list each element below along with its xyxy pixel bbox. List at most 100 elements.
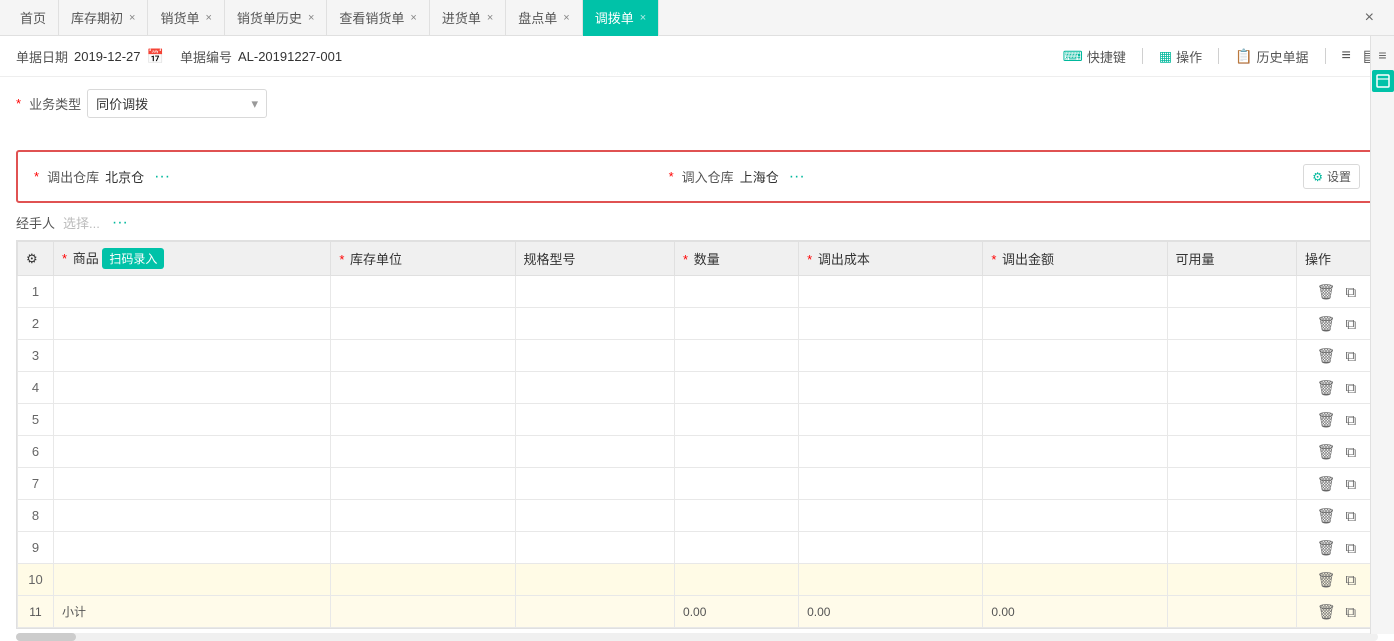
unit-cell-4[interactable]: [331, 372, 515, 404]
copy-icon-3[interactable]: ⧉: [1345, 348, 1356, 365]
subtotal-delete-icon[interactable]: 🗑: [1317, 604, 1336, 621]
spec-cell-5[interactable]: [515, 404, 675, 436]
amount-cell-7[interactable]: [983, 468, 1167, 500]
amount-cell-4[interactable]: [983, 372, 1167, 404]
spec-cell-9[interactable]: [515, 532, 675, 564]
unit-cell-10[interactable]: [331, 564, 515, 596]
copy-icon-9[interactable]: ⧉: [1345, 540, 1356, 557]
tab-sales-order[interactable]: 销货单 ×: [148, 0, 224, 36]
tab-inventory-check[interactable]: 盘点单 ×: [506, 0, 582, 36]
amount-cell-1[interactable]: [983, 276, 1167, 308]
available-cell-3[interactable]: [1167, 340, 1297, 372]
available-cell-1[interactable]: [1167, 276, 1297, 308]
in-warehouse-ellipsis[interactable]: ···: [789, 168, 805, 186]
delete-icon-9[interactable]: 🗑: [1317, 540, 1336, 557]
sidebar-list-icon[interactable]: ≡: [1372, 44, 1394, 66]
product-cell-3[interactable]: [54, 340, 331, 372]
product-cell-4[interactable]: [54, 372, 331, 404]
unit-cell-1[interactable]: [331, 276, 515, 308]
cost-cell-6[interactable]: [799, 436, 983, 468]
tab-transfer[interactable]: 调拨单 ×: [583, 0, 659, 36]
product-cell-8[interactable]: [54, 500, 331, 532]
handler-placeholder[interactable]: 选择...: [63, 213, 100, 232]
tab-purchase[interactable]: 进货单 ×: [430, 0, 506, 36]
unit-cell-7[interactable]: [331, 468, 515, 500]
delete-icon-5[interactable]: 🗑: [1317, 412, 1336, 429]
amount-cell-5[interactable]: [983, 404, 1167, 436]
product-cell-7[interactable]: [54, 468, 331, 500]
out-warehouse-ellipsis[interactable]: ···: [154, 168, 170, 186]
qty-cell-2[interactable]: [675, 308, 799, 340]
settings-button[interactable]: ⚙ 设置: [1303, 164, 1360, 189]
amount-cell-2[interactable]: [983, 308, 1167, 340]
delete-icon-8[interactable]: 🗑: [1317, 508, 1336, 525]
sidebar-expand-icon[interactable]: [1372, 70, 1394, 92]
amount-cell-6[interactable]: [983, 436, 1167, 468]
delete-icon-3[interactable]: 🗑: [1317, 348, 1336, 365]
unit-cell-5[interactable]: [331, 404, 515, 436]
delete-icon-2[interactable]: 🗑: [1317, 316, 1336, 333]
cost-cell-7[interactable]: [799, 468, 983, 500]
delete-icon-4[interactable]: 🗑: [1317, 380, 1336, 397]
qty-cell-7[interactable]: [675, 468, 799, 500]
product-cell-9[interactable]: [54, 532, 331, 564]
handler-ellipsis[interactable]: ···: [112, 214, 128, 232]
cost-cell-1[interactable]: [799, 276, 983, 308]
qty-cell-10[interactable]: [675, 564, 799, 596]
cost-cell-4[interactable]: [799, 372, 983, 404]
available-cell-9[interactable]: [1167, 532, 1297, 564]
tab-sales-history[interactable]: 销货单历史 ×: [225, 0, 327, 36]
calendar-icon[interactable]: 📅: [147, 48, 164, 65]
amount-cell-3[interactable]: [983, 340, 1167, 372]
business-type-input[interactable]: 同价调拨 ▾: [87, 89, 267, 118]
spec-cell-8[interactable]: [515, 500, 675, 532]
delete-icon-7[interactable]: 🗑: [1317, 476, 1336, 493]
cost-cell-9[interactable]: [799, 532, 983, 564]
spec-cell-2[interactable]: [515, 308, 675, 340]
spec-cell-1[interactable]: [515, 276, 675, 308]
close-tab-sales-order[interactable]: ×: [205, 12, 211, 24]
subtotal-copy-icon[interactable]: ⧉: [1345, 604, 1356, 621]
qty-cell-5[interactable]: [675, 404, 799, 436]
available-cell-5[interactable]: [1167, 404, 1297, 436]
qty-cell-4[interactable]: [675, 372, 799, 404]
available-cell-8[interactable]: [1167, 500, 1297, 532]
cost-cell-2[interactable]: [799, 308, 983, 340]
qty-cell-9[interactable]: [675, 532, 799, 564]
close-tab-purchase[interactable]: ×: [487, 12, 493, 24]
qty-cell-8[interactable]: [675, 500, 799, 532]
qty-cell-1[interactable]: [675, 276, 799, 308]
cost-cell-3[interactable]: [799, 340, 983, 372]
product-cell-5[interactable]: [54, 404, 331, 436]
layout1-action[interactable]: ≡: [1342, 47, 1351, 65]
spec-cell-4[interactable]: [515, 372, 675, 404]
qty-cell-3[interactable]: [675, 340, 799, 372]
available-cell-7[interactable]: [1167, 468, 1297, 500]
copy-icon-10[interactable]: ⧉: [1345, 572, 1356, 589]
close-all-tabs[interactable]: ×: [1353, 9, 1386, 27]
close-tab-transfer[interactable]: ×: [640, 12, 646, 24]
close-tab-inventory-init[interactable]: ×: [129, 12, 135, 24]
close-tab-inventory-check[interactable]: ×: [563, 12, 569, 24]
delete-icon-6[interactable]: 🗑: [1317, 444, 1336, 461]
product-cell-2[interactable]: [54, 308, 331, 340]
product-cell-1[interactable]: [54, 276, 331, 308]
scan-button[interactable]: 扫码录入: [102, 248, 164, 269]
unit-cell-3[interactable]: [331, 340, 515, 372]
amount-cell-8[interactable]: [983, 500, 1167, 532]
product-cell-6[interactable]: [54, 436, 331, 468]
th-settings[interactable]: ⚙: [18, 242, 54, 276]
copy-icon-4[interactable]: ⧉: [1345, 380, 1356, 397]
qty-cell-6[interactable]: [675, 436, 799, 468]
unit-cell-8[interactable]: [331, 500, 515, 532]
amount-cell-10[interactable]: [983, 564, 1167, 596]
scrollbar-thumb[interactable]: [16, 633, 76, 641]
copy-icon-7[interactable]: ⧉: [1345, 476, 1356, 493]
unit-cell-9[interactable]: [331, 532, 515, 564]
cost-cell-10[interactable]: [799, 564, 983, 596]
product-cell-10[interactable]: [54, 564, 331, 596]
copy-icon-6[interactable]: ⧉: [1345, 444, 1356, 461]
copy-icon-8[interactable]: ⧉: [1345, 508, 1356, 525]
close-tab-sales-history[interactable]: ×: [308, 12, 314, 24]
copy-icon-5[interactable]: ⧉: [1345, 412, 1356, 429]
